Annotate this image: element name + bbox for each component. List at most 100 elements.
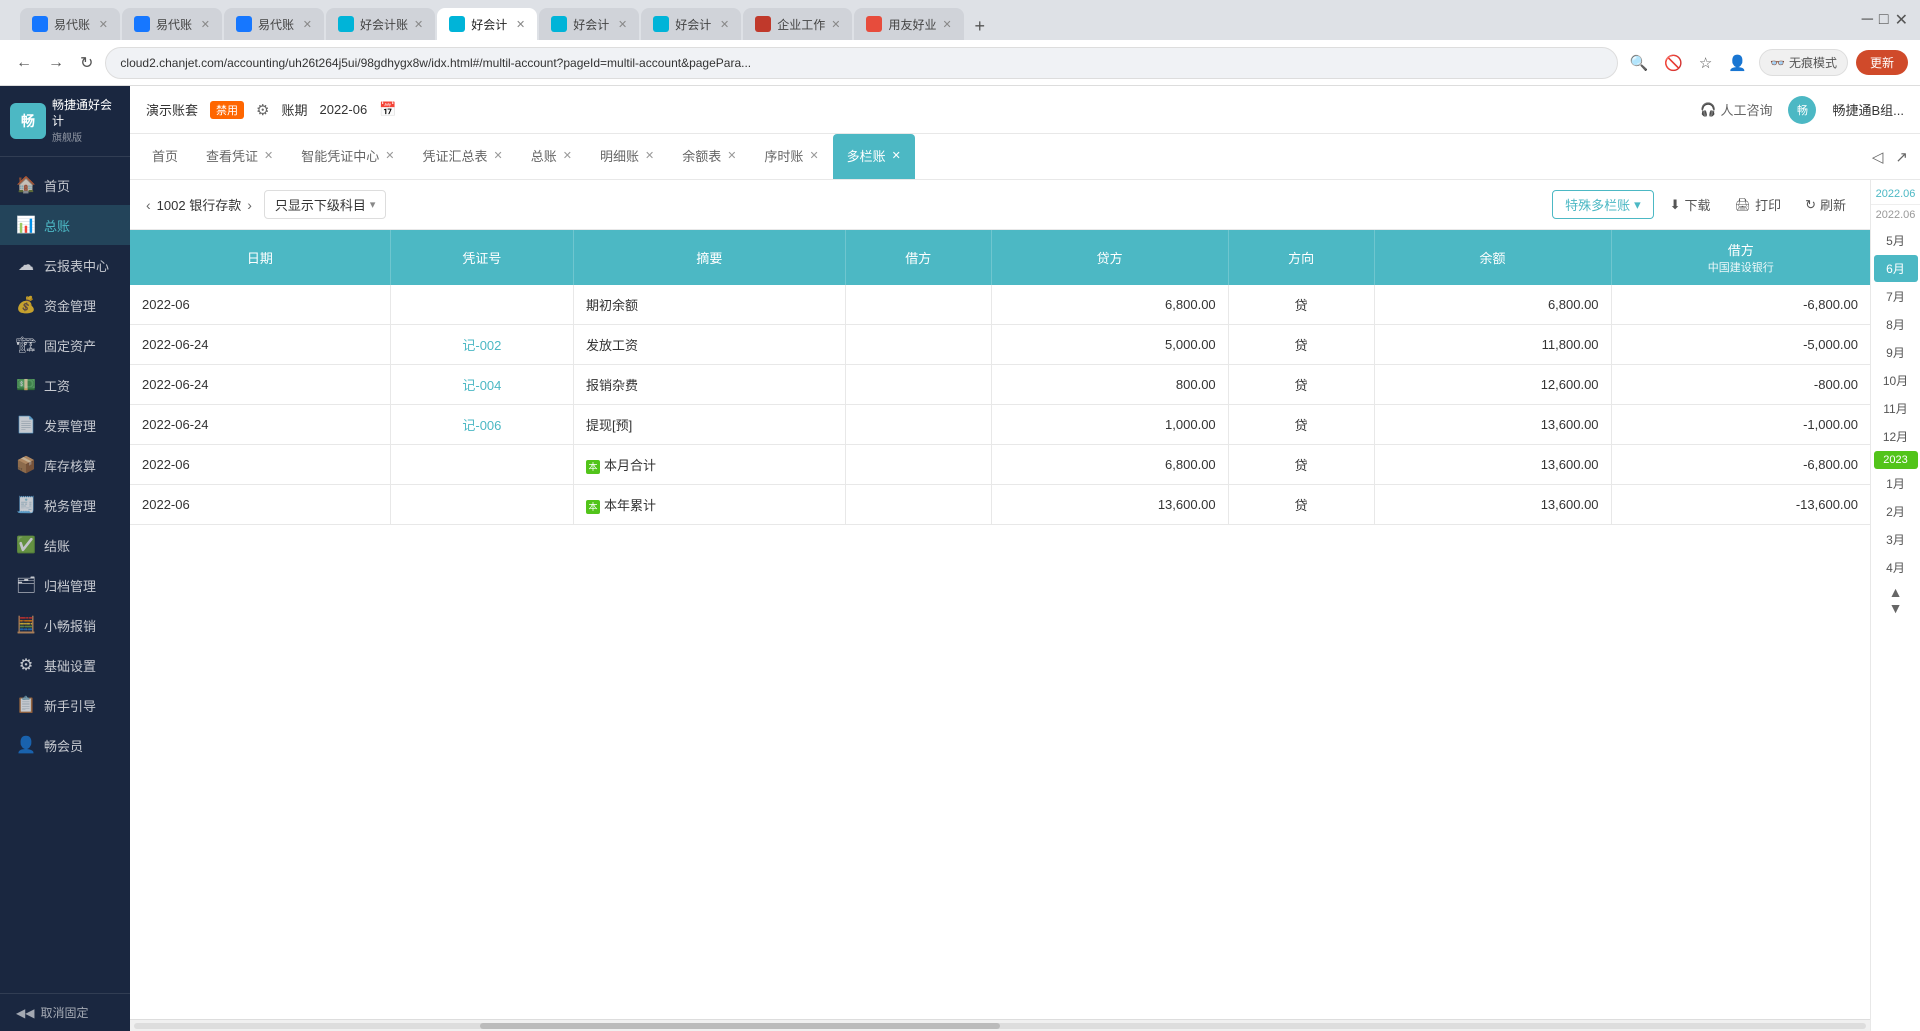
block-icon-button[interactable]: 🚫 — [1660, 50, 1687, 76]
browser-tab-9[interactable]: 用友好业 ✕ — [854, 8, 963, 40]
sidebar-item-fund-mgmt[interactable]: 💰 资金管理 — [0, 285, 130, 325]
browser-tab-4[interactable]: 好会计账 ✕ — [326, 8, 435, 40]
cell-date-3: 2022-06-24 — [130, 365, 390, 405]
tab-smart-voucher-close[interactable]: ✕ — [385, 149, 394, 162]
month-item-5[interactable]: 5月 — [1874, 227, 1918, 254]
tab-multi-col-ledger-close[interactable]: ✕ — [892, 149, 901, 162]
tab-favicon-2 — [134, 16, 150, 32]
tab-detail-ledger[interactable]: 明细账 ✕ — [586, 134, 668, 179]
multi-col-button[interactable]: 特殊多栏账 ▾ — [1552, 190, 1654, 219]
tab-view-voucher[interactable]: 查看凭证 ✕ — [192, 134, 287, 179]
close-window-button[interactable]: ✕ — [1895, 10, 1908, 30]
prev-account-button[interactable]: ‹ — [146, 197, 151, 213]
minimize-button[interactable]: ─ — [1862, 11, 1873, 29]
sidebar-item-expense[interactable]: 🧮 小畅报销 — [0, 605, 130, 645]
search-icon-button[interactable]: 🔍 — [1626, 50, 1653, 76]
tab-general-ledger[interactable]: 总账 ✕ — [517, 134, 586, 179]
sidebar-item-archive[interactable]: 🗂 归档管理 — [0, 565, 130, 605]
month-item-3[interactable]: 3月 — [1874, 526, 1918, 553]
panel-up-button[interactable]: ▲ — [1889, 585, 1903, 599]
tab-close-3[interactable]: ✕ — [303, 18, 312, 31]
voucher-link-4[interactable]: 记-006 — [462, 418, 501, 433]
tab-voucher-summary[interactable]: 凭证汇总表 ✕ — [408, 134, 516, 179]
download-button[interactable]: ⬇ 下载 — [1662, 191, 1719, 218]
tab-sequence-ledger-close[interactable]: ✕ — [809, 149, 818, 162]
browser-tab-8[interactable]: 企业工作 ✕ — [743, 8, 852, 40]
sidebar-item-invoice[interactable]: 📄 发票管理 — [0, 405, 130, 445]
profile-icon-button[interactable]: 👤 — [1724, 50, 1751, 76]
sidebar-item-tax[interactable]: 🧾 税务管理 — [0, 485, 130, 525]
voucher-link-3[interactable]: 记-004 — [462, 378, 501, 393]
sidebar-item-membership[interactable]: 👤 畅会员 — [0, 725, 130, 765]
reload-button[interactable]: ↻ — [76, 49, 97, 77]
next-account-button[interactable]: › — [247, 197, 252, 213]
tab-multi-col-ledger[interactable]: 多栏账 ✕ — [833, 134, 915, 179]
tab-collapse-button[interactable]: ◁ — [1868, 144, 1888, 170]
calendar-button[interactable]: 📅 — [379, 101, 396, 118]
tab-expand-button[interactable]: ↗ — [1891, 144, 1912, 170]
browser-tab-6[interactable]: 好会计 ✕ — [539, 8, 639, 40]
tab-close-5[interactable]: ✕ — [516, 18, 525, 31]
account-status-badge[interactable]: 禁用 — [210, 101, 244, 119]
filter-select[interactable]: 只显示下级科目 ▾ — [264, 190, 387, 219]
month-item-9[interactable]: 9月 — [1874, 339, 1918, 366]
month-item-2[interactable]: 2月 — [1874, 498, 1918, 525]
tab-close-9[interactable]: ✕ — [942, 18, 951, 31]
month-item-10[interactable]: 10月 — [1874, 367, 1918, 394]
tab-close-2[interactable]: ✕ — [201, 18, 210, 31]
month-item-1[interactable]: 1月 — [1874, 470, 1918, 497]
sidebar-item-salary[interactable]: 💵 工资 — [0, 365, 130, 405]
tab-close-8[interactable]: ✕ — [831, 18, 840, 31]
browser-tab-2[interactable]: 易代账 ✕ — [122, 8, 222, 40]
no-trace-button[interactable]: 👓 无痕模式 — [1759, 49, 1848, 76]
sidebar-item-report-center[interactable]: ☁ 云报表中心 — [0, 245, 130, 285]
print-button[interactable]: 🖨 打印 — [1727, 191, 1790, 218]
browser-tab-7[interactable]: 好会计 ✕ — [641, 8, 741, 40]
horizontal-scrollbar[interactable] — [130, 1019, 1870, 1031]
tab-label-8: 企业工作 — [777, 16, 825, 33]
sidebar-item-general-ledger[interactable]: 📊 总账 — [0, 205, 130, 245]
consultant-button[interactable]: 🎧 人工咨询 — [1700, 100, 1772, 119]
month-item-12[interactable]: 12月 — [1874, 423, 1918, 450]
maximize-button[interactable]: □ — [1879, 11, 1889, 29]
star-icon-button[interactable]: ☆ — [1695, 50, 1716, 76]
tab-balance-table[interactable]: 余额表 ✕ — [668, 134, 750, 179]
sidebar-pin-button[interactable]: ◀◀ 取消固定 — [16, 1004, 114, 1021]
refresh-button[interactable]: ↻ 刷新 — [1797, 191, 1854, 218]
back-button[interactable]: ← — [12, 50, 36, 76]
tab-view-voucher-close[interactable]: ✕ — [264, 149, 273, 162]
update-button[interactable]: 更新 — [1856, 50, 1908, 75]
month-item-4[interactable]: 4月 — [1874, 554, 1918, 581]
browser-tab-3[interactable]: 易代账 ✕ — [224, 8, 324, 40]
sidebar-item-inventory[interactable]: 📦 库存核算 — [0, 445, 130, 485]
voucher-link-2[interactable]: 记-002 — [462, 338, 501, 353]
sidebar-item-guide[interactable]: 📋 新手引导 — [0, 685, 130, 725]
tab-detail-ledger-close[interactable]: ✕ — [645, 149, 654, 162]
settings-gear-button[interactable]: ⚙ — [256, 101, 269, 119]
month-item-7[interactable]: 7月 — [1874, 283, 1918, 310]
browser-tab-5[interactable]: 好会计 ✕ — [437, 8, 537, 40]
sidebar-item-settings[interactable]: ⚙ 基础设置 — [0, 645, 130, 685]
new-tab-button[interactable]: + — [966, 12, 994, 40]
tab-sequence-ledger[interactable]: 序时账 ✕ — [750, 134, 832, 179]
tab-close-4[interactable]: ✕ — [414, 18, 423, 31]
tab-close-7[interactable]: ✕ — [720, 18, 729, 31]
sidebar-item-fixed-assets[interactable]: 🏗 固定资产 — [0, 325, 130, 365]
tab-close-6[interactable]: ✕ — [618, 18, 627, 31]
forward-button[interactable]: → — [44, 50, 68, 76]
month-item-11[interactable]: 11月 — [1874, 395, 1918, 422]
tab-favicon-7 — [653, 16, 669, 32]
tab-balance-table-close[interactable]: ✕ — [727, 149, 736, 162]
browser-tab-1[interactable]: 易代账 ✕ — [20, 8, 120, 40]
tab-smart-voucher[interactable]: 智能凭证中心 ✕ — [287, 134, 408, 179]
month-item-8[interactable]: 8月 — [1874, 311, 1918, 338]
tab-close-1[interactable]: ✕ — [99, 18, 108, 31]
tab-voucher-summary-close[interactable]: ✕ — [494, 149, 503, 162]
month-item-6[interactable]: 6月 — [1874, 255, 1918, 282]
tab-general-ledger-close[interactable]: ✕ — [563, 149, 572, 162]
panel-down-button[interactable]: ▼ — [1889, 601, 1903, 615]
sidebar-item-settlement[interactable]: ✅ 结账 — [0, 525, 130, 565]
sidebar-item-home[interactable]: 🏠 首页 — [0, 165, 130, 205]
address-input[interactable] — [105, 47, 1617, 79]
tab-home[interactable]: 首页 — [138, 134, 192, 179]
